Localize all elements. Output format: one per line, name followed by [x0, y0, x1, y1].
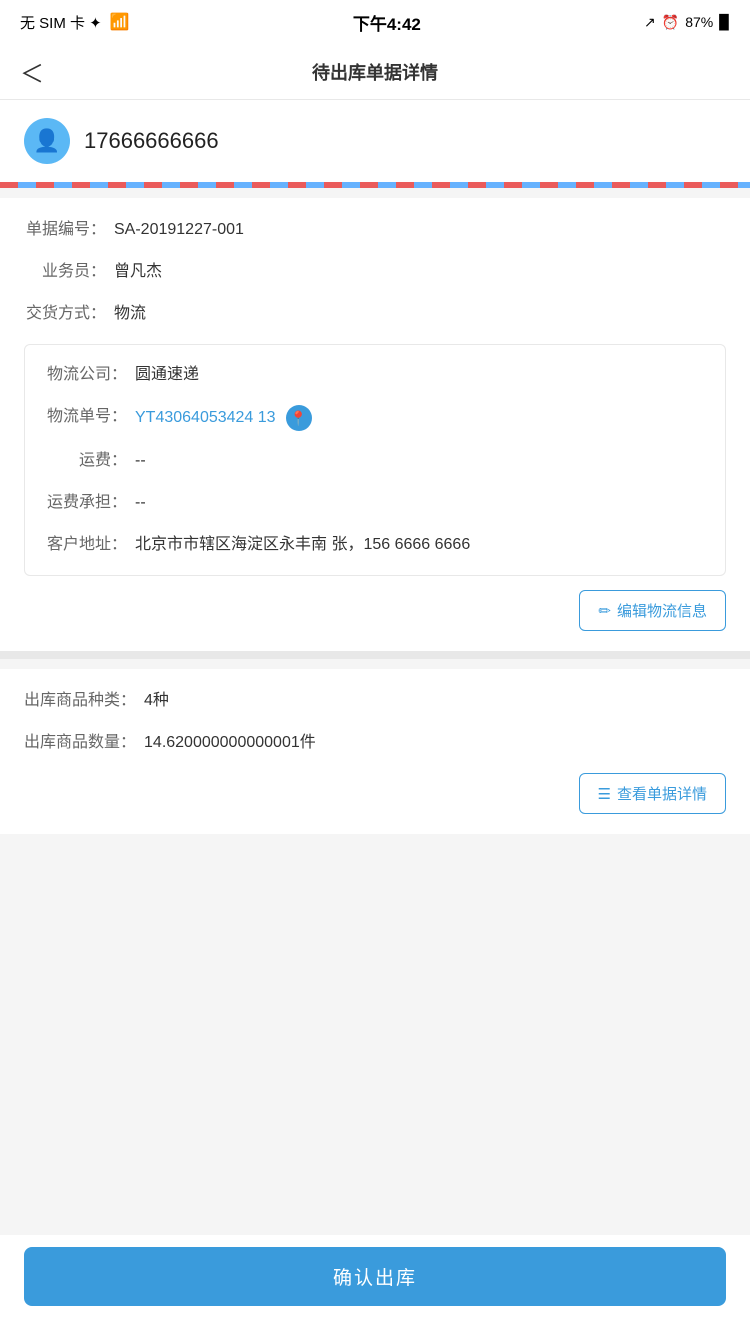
company-value: 圆通速递 [135, 363, 705, 387]
edit-logistics-button[interactable]: ✏ 编辑物流信息 [579, 590, 726, 631]
agent-value: 曾凡杰 [114, 260, 726, 284]
address-row: 客户地址： 北京市市辖区海淀区永丰南 张，156 6666 6666 [45, 533, 705, 557]
sim-text: 无 SIM 卡 ✦ [20, 12, 102, 33]
edit-logistics-label: 编辑物流信息 [617, 600, 707, 621]
empty-area [0, 834, 750, 954]
goods-qty-label: 出库商品数量： [24, 731, 144, 755]
company-row: 物流公司： 圆通速递 [45, 363, 705, 387]
confirm-area: 确认出库 [0, 1235, 750, 1334]
wifi-icon: 📶 [110, 12, 130, 32]
location-icon: ↗ [644, 14, 656, 31]
battery-icon: ▉ [719, 14, 730, 31]
freight-label: 运费： [45, 449, 135, 473]
user-phone: 17666666666 [84, 128, 219, 154]
user-card: 👤 17666666666 [0, 100, 750, 182]
goods-type-label: 出库商品种类： [24, 689, 144, 713]
location-pin-icon[interactable]: 📍 [286, 405, 312, 431]
freight-bearer-value: -- [135, 491, 705, 515]
back-button[interactable]: ＜ [12, 46, 52, 97]
agent-label: 业务员： [24, 260, 114, 284]
agent-row: 业务员： 曾凡杰 [24, 260, 726, 284]
avatar: 👤 [24, 118, 70, 164]
status-bar: 无 SIM 卡 ✦ 📶 下午4:42 ↗ ⏰ 87% ▉ [0, 0, 750, 44]
avatar-icon: 👤 [33, 128, 60, 154]
confirm-outbound-button[interactable]: 确认出库 [24, 1247, 726, 1306]
edit-icon: ✏ [598, 602, 611, 620]
alarm-icon: ⏰ [662, 14, 679, 31]
goods-info-section: 出库商品种类： 4种 出库商品数量： 14.620000000000001件 ☰… [0, 669, 750, 834]
freight-value: -- [135, 449, 705, 473]
view-details-button[interactable]: ☰ 查看单据详情 [579, 773, 726, 814]
goods-qty-value: 14.620000000000001件 [144, 731, 726, 755]
company-label: 物流公司： [45, 363, 135, 387]
address-label: 客户地址： [45, 533, 135, 557]
goods-type-value: 4种 [144, 689, 726, 713]
view-details-label: 查看单据详情 [617, 783, 707, 804]
page-title: 待出库单据详情 [312, 59, 438, 85]
order-no-value: SA-20191227-001 [114, 218, 726, 242]
logistics-card: 物流公司： 圆通速递 物流单号： YT43064053424 13 📍 运费： … [24, 344, 726, 576]
edit-action-row: ✏ 编辑物流信息 [24, 590, 726, 631]
freight-row: 运费： -- [45, 449, 705, 473]
delivery-row: 交货方式： 物流 [24, 302, 726, 326]
delivery-label: 交货方式： [24, 302, 114, 326]
nav-bar: ＜ 待出库单据详情 [0, 44, 750, 100]
order-no-row: 单据编号： SA-20191227-001 [24, 218, 726, 242]
basic-info-section: 单据编号： SA-20191227-001 业务员： 曾凡杰 交货方式： 物流 … [0, 198, 750, 651]
tracking-value: YT43064053424 13 📍 [135, 405, 705, 431]
section-divider [0, 651, 750, 659]
tracking-label: 物流单号： [45, 405, 135, 429]
status-right: ↗ ⏰ 87% ▉ [644, 14, 730, 31]
freight-bearer-row: 运费承担： -- [45, 491, 705, 515]
battery-text: 87% [685, 14, 713, 30]
delivery-value: 物流 [114, 302, 726, 326]
status-time: 下午4:42 [353, 10, 421, 35]
list-icon: ☰ [598, 785, 611, 803]
status-left: 无 SIM 卡 ✦ 📶 [20, 12, 130, 33]
dashed-divider [0, 182, 750, 188]
view-action-row: ☰ 查看单据详情 [24, 773, 726, 814]
goods-qty-row: 出库商品数量： 14.620000000000001件 [24, 731, 726, 755]
order-no-label: 单据编号： [24, 218, 114, 242]
tracking-row: 物流单号： YT43064053424 13 📍 [45, 405, 705, 431]
goods-type-row: 出库商品种类： 4种 [24, 689, 726, 713]
address-value: 北京市市辖区海淀区永丰南 张，156 6666 6666 [135, 533, 705, 557]
freight-bearer-label: 运费承担： [45, 491, 135, 515]
